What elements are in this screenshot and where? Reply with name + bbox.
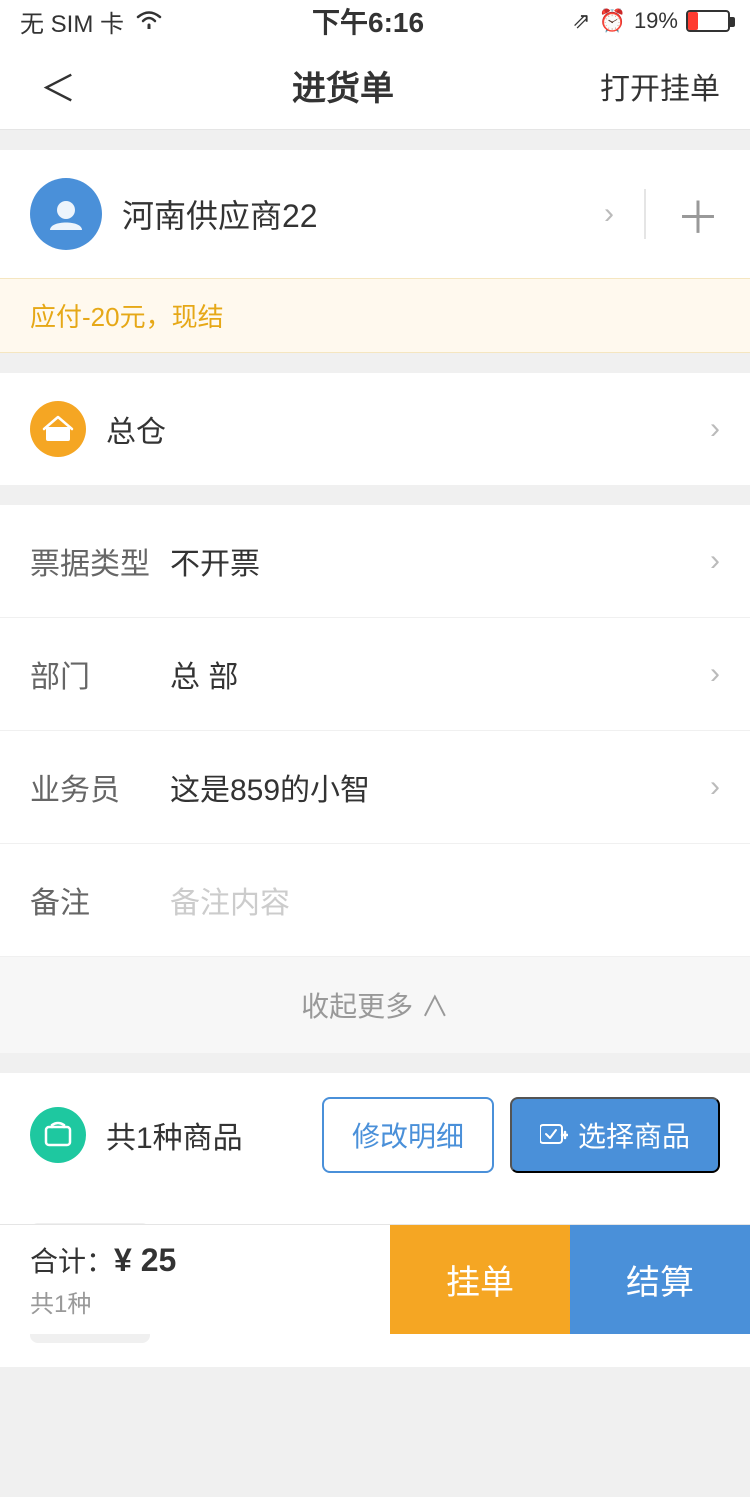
products-count: 共1种商品: [106, 1113, 322, 1157]
supplier-divider: [644, 189, 646, 239]
total-section: 合计：¥ 25 共1种: [0, 1225, 390, 1334]
select-product-button[interactable]: 选择商品: [510, 1097, 720, 1173]
supplier-row[interactable]: 河南供应商22 › ＋: [0, 150, 750, 278]
hang-button[interactable]: 挂单: [390, 1225, 570, 1334]
open-pending-button[interactable]: 打开挂单: [600, 64, 720, 108]
form-section: 票据类型 不开票 › 部门 总 部 › 业务员 这是859的小智 › 备注 备注…: [0, 505, 750, 956]
section-gap-1: [0, 130, 750, 150]
bottom-bar: 合计：¥ 25 共1种 挂单 结算: [0, 1224, 750, 1334]
warehouse-section: 总仓 ›: [0, 373, 750, 485]
page-title: 进货单: [292, 61, 394, 110]
select-product-label: 选择商品: [578, 1115, 690, 1155]
products-header: 共1种商品 修改明细 选择商品: [0, 1073, 750, 1197]
invoice-type-value: 不开票: [170, 539, 710, 583]
invoice-type-row[interactable]: 票据类型 不开票 ›: [0, 505, 750, 617]
remark-row[interactable]: 备注 备注内容: [0, 843, 750, 956]
salesperson-row[interactable]: 业务员 这是859的小智 ›: [0, 730, 750, 843]
section-gap-3: [0, 485, 750, 505]
back-button[interactable]: ＜: [30, 50, 86, 122]
salesperson-chevron-icon: ›: [710, 770, 720, 804]
info-banner: 应付-20元，现结: [0, 278, 750, 353]
warehouse-row[interactable]: 总仓 ›: [0, 373, 750, 485]
salesperson-value: 这是859的小智: [170, 765, 710, 809]
warehouse-icon: [30, 401, 86, 457]
section-gap-4: [0, 1053, 750, 1073]
no-sim-label: 无 SIM 卡: [20, 4, 124, 39]
nav-bar: ＜ 进货单 打开挂单: [0, 42, 750, 130]
invoice-type-chevron-icon: ›: [710, 544, 720, 578]
department-row[interactable]: 部门 总 部 ›: [0, 617, 750, 730]
salesperson-label: 业务员: [30, 765, 150, 809]
department-label: 部门: [30, 652, 150, 696]
status-bar: 无 SIM 卡 下午6:16 ⇗ ⏰ 19%: [0, 0, 750, 42]
supplier-chevron-icon: ›: [604, 197, 614, 231]
supplier-name: 河南供应商22: [122, 191, 604, 237]
products-icon: [30, 1107, 86, 1163]
supplier-avatar: [30, 178, 102, 250]
settle-button[interactable]: 结算: [570, 1225, 750, 1334]
battery-percent: 19%: [634, 8, 678, 34]
warehouse-chevron-icon: ›: [710, 412, 720, 446]
status-right: ⇗ ⏰ 19%: [572, 8, 730, 34]
section-gap-2: [0, 353, 750, 373]
total-label: 合计：: [30, 1246, 114, 1277]
department-value: 总 部: [170, 652, 710, 696]
total-amount: 合计：¥ 25: [30, 1240, 360, 1280]
status-left: 无 SIM 卡: [20, 4, 164, 39]
department-chevron-icon: ›: [710, 657, 720, 691]
remark-input[interactable]: 备注内容: [170, 878, 720, 922]
invoice-type-label: 票据类型: [30, 539, 150, 583]
status-time: 下午6:16: [312, 1, 424, 41]
remark-label: 备注: [30, 878, 150, 922]
wifi-icon: [134, 7, 164, 36]
collapse-button[interactable]: 收起更多 ∧: [0, 957, 750, 1053]
warehouse-name: 总仓: [106, 407, 710, 451]
battery-icon: [686, 10, 730, 32]
alarm-icon: ⏰: [599, 8, 626, 34]
add-button[interactable]: ＋: [676, 182, 720, 246]
edit-detail-button[interactable]: 修改明细: [322, 1097, 494, 1173]
supplier-section: 河南供应商22 › ＋ 应付-20元，现结: [0, 150, 750, 353]
location-icon: ⇗: [572, 8, 590, 34]
total-count: 共1种: [30, 1284, 360, 1319]
